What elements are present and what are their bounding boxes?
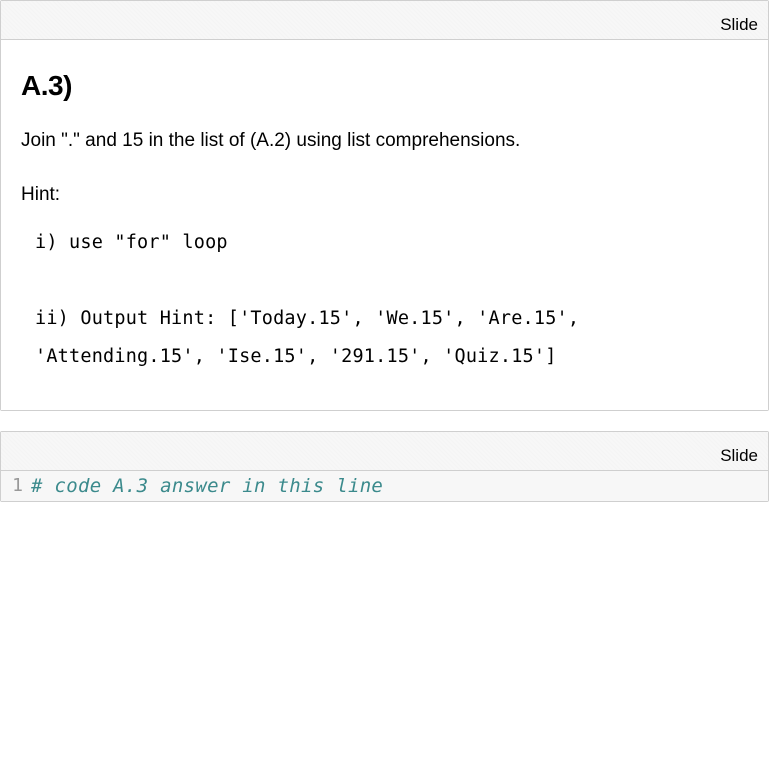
hint-body: i) use "for" loop ii) Output Hint: ['Tod… [21, 224, 748, 376]
code-editor[interactable]: 1 # code A.3 answer in this line [1, 471, 768, 501]
question-text: Join "." and 15 in the list of (A.2) usi… [21, 130, 748, 152]
markdown-content: A.3) Join "." and 15 in the list of (A.2… [1, 40, 768, 410]
code-line[interactable]: # code A.3 answer in this line [29, 475, 768, 497]
hint-label: Hint: [21, 184, 748, 206]
code-cell: Slide 1 # code A.3 answer in this line [0, 431, 769, 502]
markdown-cell: Slide A.3) Join "." and 15 in the list o… [0, 0, 769, 411]
slide-type-label: Slide [720, 446, 758, 465]
question-heading: A.3) [21, 70, 748, 102]
cell-header[interactable]: Slide [1, 432, 768, 471]
slide-type-label: Slide [720, 15, 758, 34]
line-number: 1 [1, 475, 29, 496]
cell-header[interactable]: Slide [1, 1, 768, 40]
